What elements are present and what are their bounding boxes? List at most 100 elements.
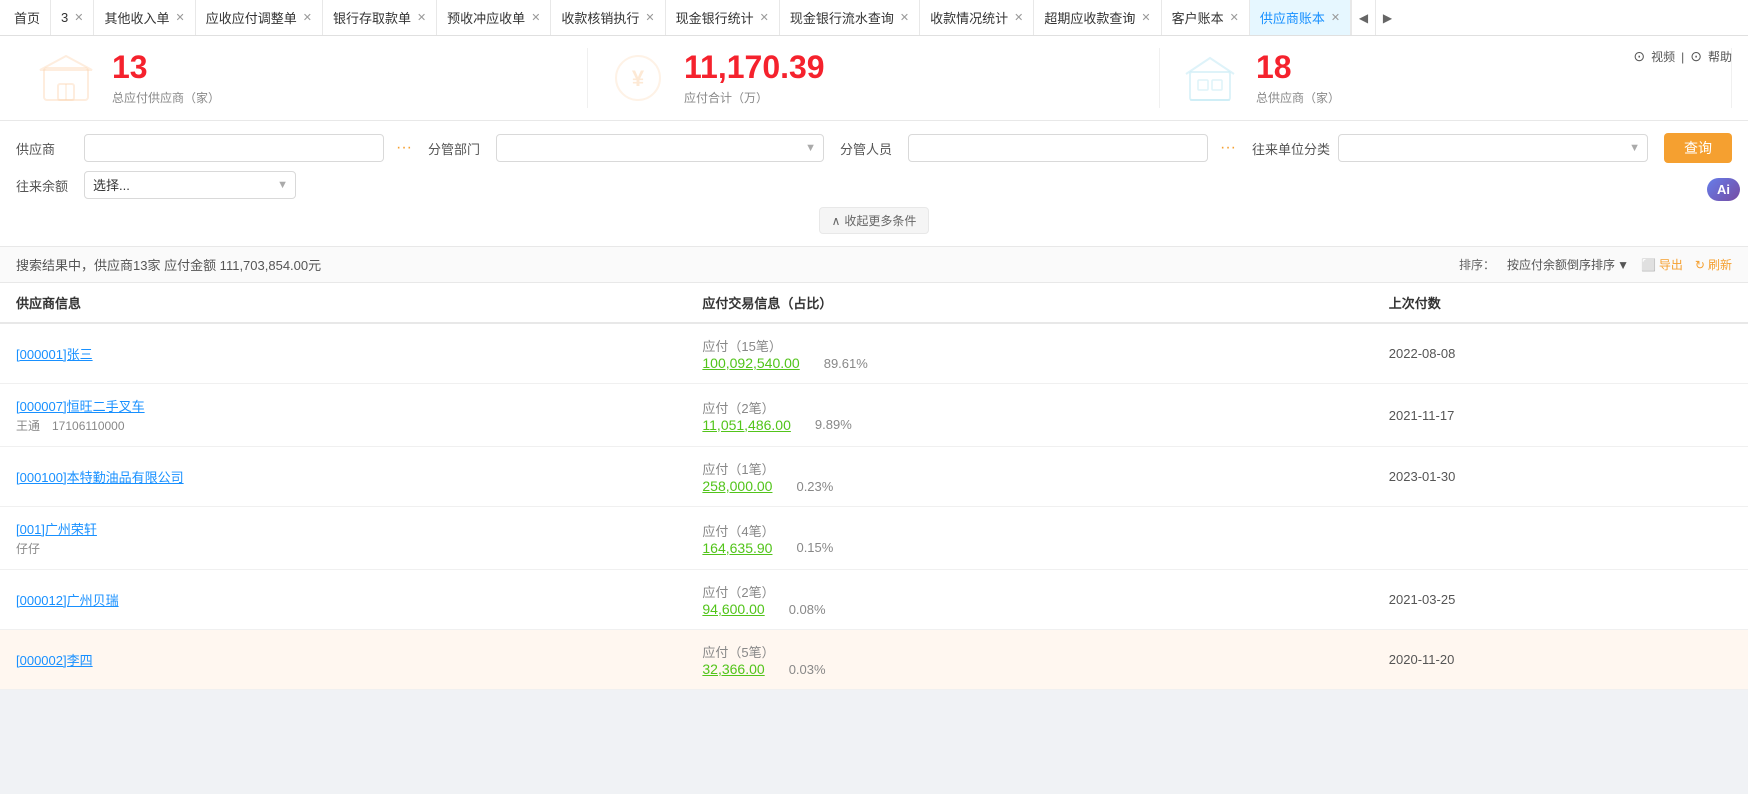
last-payment-cell: 2023-01-30 — [1389, 469, 1732, 484]
payable-amount[interactable]: 11,051,486.00 — [702, 417, 791, 433]
supplier-icon — [36, 48, 96, 108]
nav-prev-arrow[interactable]: ◀ — [1351, 0, 1375, 36]
nav-tab-cash-bank-flow[interactable]: 现金银行流水查询 ✕ — [780, 0, 920, 36]
payable-note: 应付（1笔） — [702, 459, 1388, 478]
sort-label: 排序： — [1459, 256, 1495, 273]
nav-tab-cash-bank-stat[interactable]: 现金银行统计 ✕ — [666, 0, 780, 36]
nav-tab-payment-verify[interactable]: 收款核销执行 ✕ — [551, 0, 665, 36]
refresh-button[interactable]: ↻ 刷新 — [1695, 256, 1732, 273]
dept-select-wrapper: ▼ — [496, 134, 824, 162]
header-payable-info: 应付交易信息（占比） — [702, 293, 1388, 312]
close-tab-supplier[interactable]: ✕ — [1331, 11, 1340, 24]
close-tab-cash-stat[interactable]: ✕ — [760, 11, 769, 24]
payable-amount[interactable]: 32,366.00 — [702, 661, 764, 677]
supplier-filter-input[interactable] — [84, 134, 384, 162]
payable-note: 应付（15笔） — [702, 336, 1388, 355]
nav-tab-home[interactable]: 首页 — [4, 0, 51, 36]
help-link[interactable]: 帮助 — [1708, 48, 1732, 65]
nav-tab-3[interactable]: 3 ✕ — [51, 0, 94, 36]
store-icon — [1180, 48, 1240, 108]
balance-select-wrapper: 选择... ▼ — [84, 171, 296, 199]
nav-tab-prepay-ar[interactable]: 预收冲应收单 ✕ — [437, 0, 551, 36]
last-payment-date: 2020-11-20 — [1389, 652, 1732, 667]
supplier-link[interactable]: [000012]广州贝瑞 — [16, 590, 702, 609]
last-payment-cell: 2020-11-20 — [1389, 652, 1732, 667]
close-tab-payment-stat[interactable]: ✕ — [1014, 11, 1023, 24]
filter-row-1: 供应商 ··· 分管部门 ▼ 分管人员 ··· 往来单位分类 — [16, 133, 1732, 163]
close-tab-ar-ap[interactable]: ✕ — [303, 11, 312, 24]
sort-by-amount[interactable]: 按应付余额倒序排序 ▼ — [1507, 256, 1629, 273]
nav-tab-other-income[interactable]: 其他收入单 ✕ — [94, 0, 195, 36]
close-tab-bank[interactable]: ✕ — [417, 11, 426, 24]
balance-filter-select[interactable]: 选择... — [84, 171, 296, 199]
payable-percent: 0.03% — [789, 662, 826, 677]
total-suppliers-number: 18 — [1256, 50, 1340, 85]
nav-next-arrow[interactable]: ▶ — [1375, 0, 1399, 36]
payable-suppliers-content: 13 总应付供应商（家） — [112, 50, 220, 106]
close-tab-prepay[interactable]: ✕ — [531, 11, 540, 24]
last-payment-date: 2023-01-30 — [1389, 469, 1732, 484]
payable-suppliers-card: 13 总应付供应商（家） — [16, 48, 588, 108]
ai-assistant-button[interactable]: Ai — [1707, 178, 1740, 201]
sort-area: 排序： 按应付余额倒序排序 ▼ ⬜ 导出 ↻ 刷新 — [1459, 256, 1732, 273]
payable-info-cell: 应付（2笔） 11,051,486.00 9.89% — [702, 398, 1388, 433]
balance-filter-item: 往来余额 选择... ▼ — [16, 171, 296, 199]
category-filter-select[interactable] — [1338, 134, 1648, 162]
supplier-link[interactable]: [000002]李四 — [16, 650, 702, 669]
category-filter-label: 往来单位分类 — [1252, 139, 1330, 158]
supplier-info-cell: [000002]李四 — [16, 650, 702, 669]
results-summary-text: 搜索结果中，供应商13家 应付金额 111,703,854.00元 — [16, 255, 321, 274]
payable-amount[interactable]: 164,635.90 — [702, 540, 772, 556]
sort-chevron-icon: ▼ — [1617, 258, 1629, 272]
payable-amount[interactable]: 258,000.00 — [702, 478, 772, 494]
close-tab-3[interactable]: ✕ — [74, 11, 83, 24]
link-separator: | — [1681, 50, 1684, 64]
close-tab-other-income[interactable]: ✕ — [175, 11, 184, 24]
collapse-button[interactable]: ∧ 收起更多条件 — [819, 207, 930, 234]
payable-info-cell: 应付（15笔） 100,092,540.00 89.61% — [702, 336, 1388, 371]
person-filter-input[interactable] — [908, 134, 1208, 162]
supplier-info-cell: [000012]广州贝瑞 — [16, 590, 702, 609]
filter-row-2: 往来余额 选择... ▼ — [16, 171, 1732, 199]
payable-suppliers-label: 总应付供应商（家） — [112, 89, 220, 106]
close-tab-customer[interactable]: ✕ — [1230, 11, 1239, 24]
person-filter-label: 分管人员 — [840, 139, 900, 158]
supplier-link[interactable]: [000100]本特勤油品有限公司 — [16, 467, 702, 486]
supplier-info-cell: [000001]张三 — [16, 344, 702, 363]
close-tab-cash-flow[interactable]: ✕ — [900, 11, 909, 24]
dept-filter-select[interactable] — [496, 134, 824, 162]
nav-tab-bank-deposit[interactable]: 银行存取款单 ✕ — [323, 0, 437, 36]
nav-tab-customer-ledger[interactable]: 客户账本 ✕ — [1162, 0, 1250, 36]
nav-tab-ar-ap-adjust[interactable]: 应收应付调整单 ✕ — [196, 0, 323, 36]
dept-filter-item: 分管部门 ▼ — [428, 134, 824, 162]
supplier-info-cell: [000100]本特勤油品有限公司 — [16, 467, 702, 486]
last-payment-cell: 2021-03-25 — [1389, 592, 1732, 607]
supplier-sub-info: 仔仔 — [16, 540, 702, 557]
payable-note: 应付（4笔） — [702, 521, 1388, 540]
money-icon: ¥ — [608, 48, 668, 108]
supplier-link[interactable]: [001]广州荣轩 — [16, 519, 702, 538]
nav-tab-overdue-ar[interactable]: 超期应收款查询 ✕ — [1034, 0, 1161, 36]
payable-info-cell: 应付（5笔） 32,366.00 0.03% — [702, 642, 1388, 677]
search-button[interactable]: 查询 — [1664, 133, 1732, 163]
payable-note: 应付（2笔） — [702, 398, 1388, 417]
last-payment-date: 2022-08-08 — [1389, 346, 1732, 361]
close-tab-overdue[interactable]: ✕ — [1141, 11, 1150, 24]
payable-percent: 0.15% — [796, 540, 833, 555]
person-dots-btn[interactable]: ··· — [1220, 139, 1236, 157]
close-tab-payment-verify[interactable]: ✕ — [645, 11, 654, 24]
last-payment-date: 2021-03-25 — [1389, 592, 1732, 607]
export-button[interactable]: ⬜ 导出 — [1641, 256, 1683, 273]
nav-tab-payment-stat[interactable]: 收款情况统计 ✕ — [920, 0, 1034, 36]
supplier-link[interactable]: [000001]张三 — [16, 344, 702, 363]
supplier-dots-btn[interactable]: ··· — [396, 139, 412, 157]
balance-filter-label: 往来余额 — [16, 176, 76, 195]
payable-percent: 0.08% — [789, 602, 826, 617]
video-link[interactable]: 视频 — [1651, 48, 1675, 65]
supplier-link[interactable]: [000007]恒旺二手叉车 — [16, 396, 702, 415]
payable-amount[interactable]: 100,092,540.00 — [702, 355, 799, 371]
payable-amount[interactable]: 94,600.00 — [702, 601, 764, 617]
last-payment-cell: 2022-08-08 — [1389, 346, 1732, 361]
nav-tab-supplier-ledger[interactable]: 供应商账本 ✕ — [1250, 0, 1351, 36]
last-payment-date: 2021-11-17 — [1389, 408, 1732, 423]
